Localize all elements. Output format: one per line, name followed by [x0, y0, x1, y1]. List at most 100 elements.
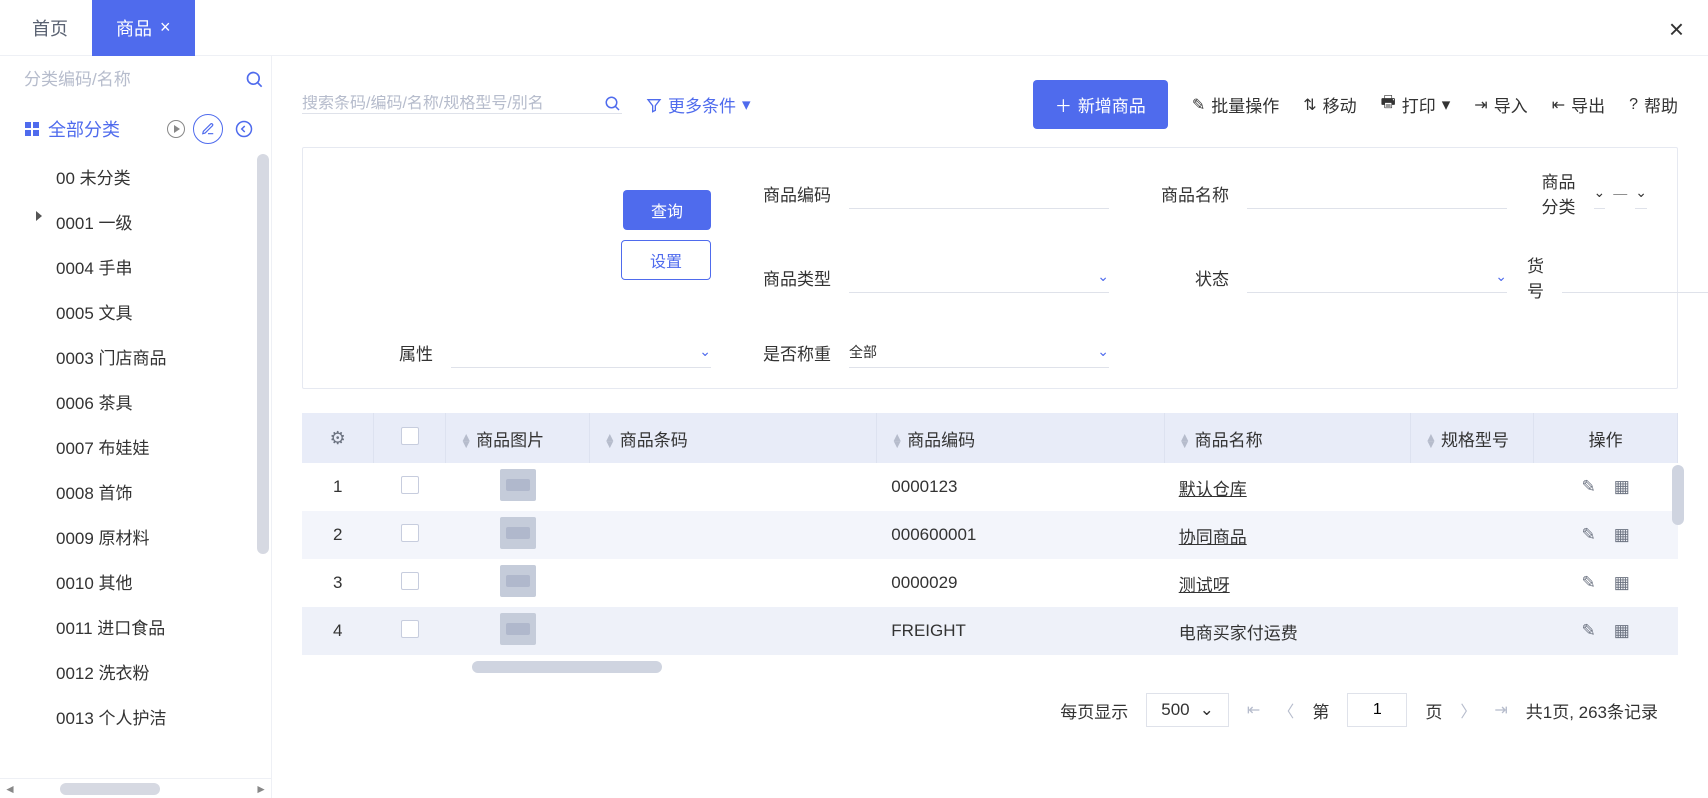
prev-page-icon[interactable]: 〈	[1278, 698, 1294, 722]
product-thumbnail[interactable]	[500, 613, 536, 645]
filter-type-select[interactable]: ⌄	[849, 261, 1109, 293]
batch-button[interactable]: ✎批量操作	[1192, 92, 1279, 117]
col-settings[interactable]: ⚙	[302, 413, 374, 463]
product-thumbnail[interactable]	[500, 469, 536, 501]
checkbox[interactable]	[401, 524, 419, 542]
tree-item[interactable]: 0009 原材料	[8, 514, 271, 559]
more-row-icon[interactable]: ▦	[1614, 477, 1630, 497]
checkbox[interactable]	[401, 620, 419, 638]
add-product-label: 新增商品	[1078, 92, 1146, 117]
play-icon[interactable]	[167, 120, 185, 138]
tree-item[interactable]: 0003 门店商品	[8, 334, 271, 379]
table-row[interactable]: 2000600001协同商品✎▦	[302, 511, 1678, 559]
page-number-input[interactable]	[1347, 693, 1407, 727]
edit-row-icon[interactable]: ✎	[1581, 621, 1595, 641]
search-input[interactable]	[302, 95, 596, 113]
table-scrollbar-horizontal[interactable]	[302, 659, 1678, 675]
chevron-down-icon: ⌄	[1200, 700, 1214, 720]
product-thumbnail[interactable]	[500, 565, 536, 597]
sidebar-title[interactable]: 全部分类	[48, 116, 161, 142]
tree-item[interactable]: 0005 文具	[8, 289, 271, 334]
product-name-link[interactable]: 协同商品	[1179, 528, 1247, 547]
page-size-select[interactable]: 500⌄	[1146, 693, 1229, 727]
export-button[interactable]: ⇤导出	[1552, 92, 1605, 117]
tree-item[interactable]: 0001 一级	[8, 199, 271, 244]
product-name-link[interactable]: 测试呀	[1179, 576, 1230, 595]
edit-row-icon[interactable]: ✎	[1581, 573, 1595, 593]
sidebar-search-input[interactable]	[24, 70, 245, 90]
col-name[interactable]: ▲▼商品名称	[1164, 413, 1410, 463]
filter-weigh-select[interactable]: 全部⌄	[849, 336, 1109, 368]
table-row[interactable]: 30000029测试呀✎▦	[302, 559, 1678, 607]
filter-attr-select[interactable]: ⌄	[451, 336, 711, 368]
more-row-icon[interactable]: ▦	[1614, 621, 1630, 641]
search-icon[interactable]	[245, 70, 265, 90]
grid-icon	[24, 121, 40, 137]
tree-item[interactable]: 0007 布娃娃	[8, 424, 271, 469]
table-row[interactable]: 10000123默认仓库✎▦	[302, 463, 1678, 511]
tree-item[interactable]: 00 未分类	[8, 154, 271, 199]
checkbox-all[interactable]	[401, 427, 419, 445]
checkbox[interactable]	[401, 572, 419, 590]
tree-item[interactable]: 0006 茶具	[8, 379, 271, 424]
search-icon[interactable]	[604, 95, 622, 113]
col-spec[interactable]: ▲▼规格型号	[1411, 413, 1534, 463]
window-close-icon[interactable]: ×	[1669, 14, 1684, 45]
next-page-icon[interactable]: 〉	[1460, 698, 1476, 722]
col-code[interactable]: ▲▼商品编码	[877, 413, 1164, 463]
edit-row-icon[interactable]: ✎	[1581, 525, 1595, 545]
add-product-button[interactable]: ＋ 新增商品	[1033, 80, 1168, 129]
tree-item[interactable]: 0004 手串	[8, 244, 271, 289]
row-checkbox-cell	[374, 511, 446, 559]
first-page-icon[interactable]: ⇤	[1247, 700, 1260, 720]
checkbox[interactable]	[401, 476, 419, 494]
caret-right-icon[interactable]	[36, 211, 42, 221]
filter-name-input[interactable]	[1247, 177, 1507, 209]
scroll-left-icon[interactable]: ◄	[4, 782, 16, 796]
scroll-thumb[interactable]	[60, 783, 160, 795]
product-thumbnail[interactable]	[500, 517, 536, 549]
close-icon[interactable]: ×	[160, 17, 171, 38]
filter-category-from[interactable]: ⌄	[1594, 177, 1606, 209]
tree-item[interactable]: 0013 个人护洁	[8, 694, 271, 739]
chevron-down-icon: ⌄	[699, 343, 711, 360]
tab-home[interactable]: 首页	[8, 0, 92, 56]
edit-row-icon[interactable]: ✎	[1581, 477, 1595, 497]
pagination: 每页显示 500⌄ ⇤ 〈 第 页 〉 ⇥ 共1页, 263条记录	[272, 675, 1708, 745]
more-filters-button[interactable]: 更多条件 ▾	[646, 92, 751, 117]
last-page-icon[interactable]: ⇥	[1494, 700, 1507, 720]
more-row-icon[interactable]: ▦	[1614, 525, 1630, 545]
col-image[interactable]: ▲▼商品图片	[446, 413, 590, 463]
tab-products[interactable]: 商品 ×	[92, 0, 195, 56]
more-row-icon[interactable]: ▦	[1614, 573, 1630, 593]
query-button[interactable]: 查询	[623, 190, 711, 230]
scroll-thumb[interactable]	[472, 661, 662, 673]
tree-item[interactable]: 0010 其他	[8, 559, 271, 604]
collapse-sidebar-icon[interactable]	[235, 120, 253, 138]
filter-category-to[interactable]: ⌄	[1635, 177, 1647, 209]
scrollbar-horizontal[interactable]: ◄ ►	[0, 778, 271, 798]
edit-category-button[interactable]	[193, 114, 223, 144]
scroll-right-icon[interactable]: ►	[255, 782, 267, 796]
row-checkbox-cell	[374, 559, 446, 607]
product-name-link[interactable]: 默认仓库	[1179, 480, 1247, 499]
col-checkbox[interactable]	[374, 413, 446, 463]
settings-button[interactable]: 设置	[621, 240, 711, 280]
row-ops: ✎▦	[1534, 463, 1678, 511]
filter-code-input[interactable]	[849, 177, 1109, 209]
tree-item-label: 0012 洗衣粉	[56, 664, 150, 683]
move-button[interactable]: ⇅移动	[1303, 92, 1356, 117]
import-label: 导入	[1494, 92, 1528, 117]
filter-status-select[interactable]: ⌄	[1247, 261, 1507, 293]
filter-sku-input[interactable]	[1562, 261, 1708, 293]
tree-item[interactable]: 0012 洗衣粉	[8, 649, 271, 694]
range-dash: —	[1613, 185, 1627, 201]
import-button[interactable]: ⇥导入	[1474, 92, 1527, 117]
col-barcode[interactable]: ▲▼商品条码	[589, 413, 876, 463]
table-row[interactable]: 4FREIGHT电商买家付运费✎▦	[302, 607, 1678, 655]
tree-item[interactable]: 0008 首饰	[8, 469, 271, 514]
help-button[interactable]: ?帮助	[1629, 92, 1678, 117]
table-scrollbar-vertical[interactable]	[1672, 465, 1684, 525]
print-button[interactable]: 🖶打印▾	[1381, 91, 1451, 118]
tree-item[interactable]: 0011 进口食品	[8, 604, 271, 649]
